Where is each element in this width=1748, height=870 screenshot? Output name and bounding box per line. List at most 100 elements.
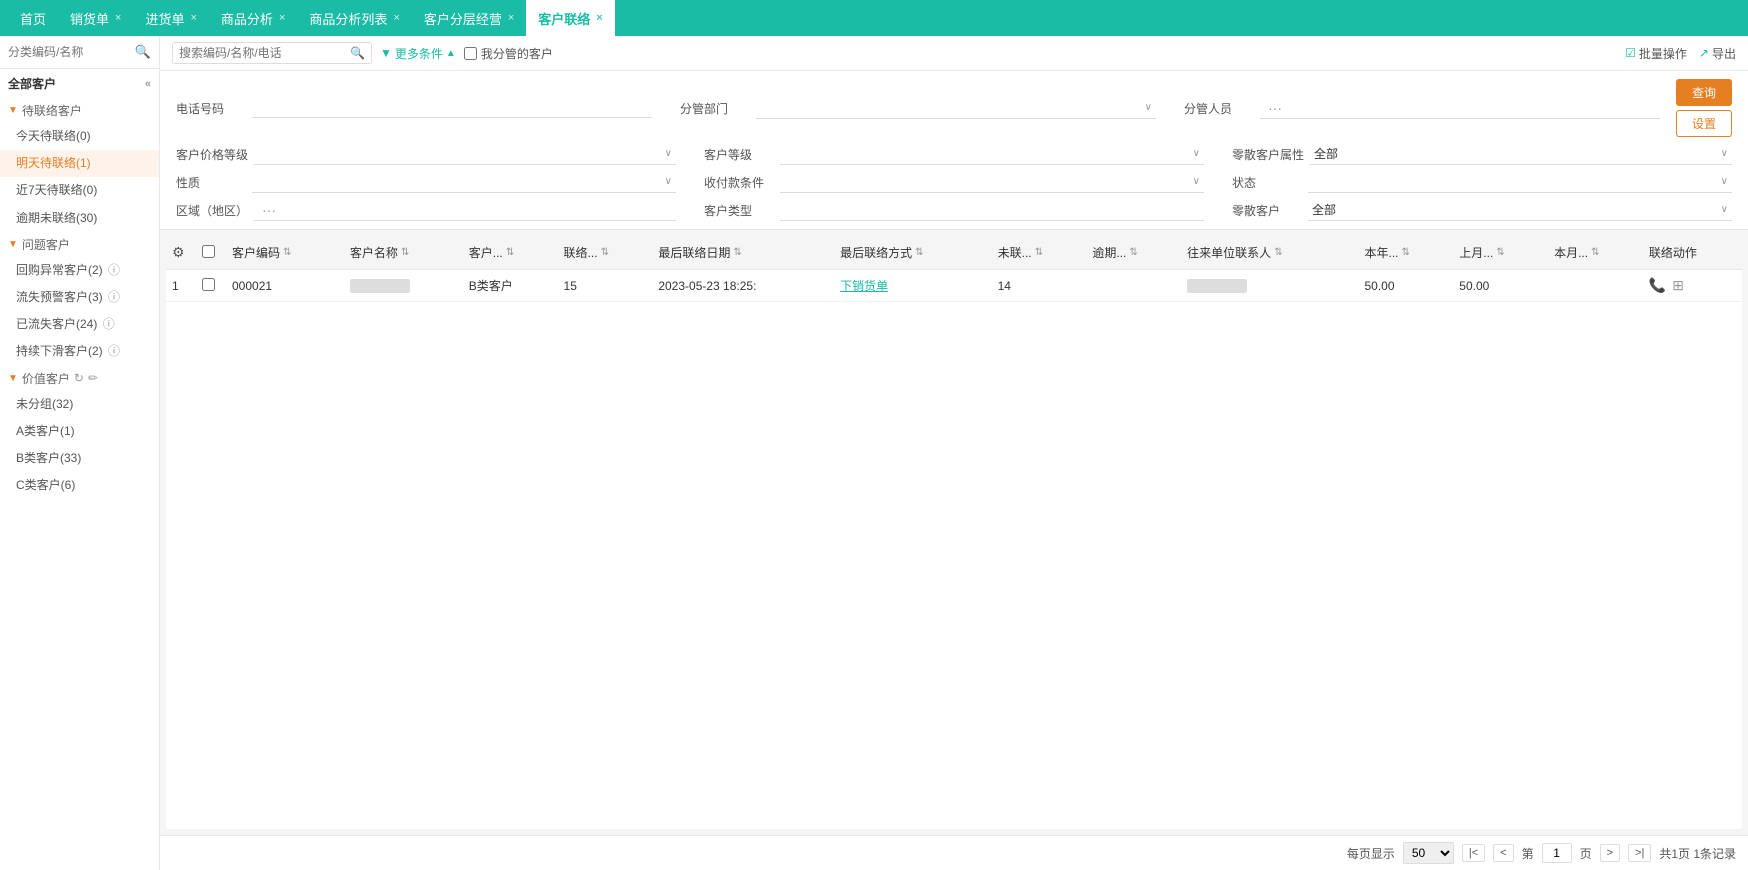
filter-retail-customer-select[interactable]: 全部 ∨ — [1308, 199, 1732, 221]
chevron-down-icon: ∨ — [1721, 176, 1728, 187]
export-button[interactable]: ↗ 导出 — [1699, 45, 1736, 62]
th-last-month[interactable]: 上月...⇅ — [1453, 236, 1548, 270]
sidebar-item-ungroup[interactable]: 未分组(32) — [0, 391, 159, 418]
th-this-month[interactable]: 本月...⇅ — [1548, 236, 1643, 270]
nav-sales-order[interactable]: 销货单 × — [58, 0, 133, 36]
grid-action-icon[interactable]: ⊞ — [1672, 277, 1684, 294]
page-size-select[interactable]: 50 100 200 — [1403, 842, 1454, 864]
nav-product-analysis-list[interactable]: 商品分析列表 × — [297, 0, 411, 36]
filter-status: 状态 ∨ — [1232, 171, 1732, 193]
close-icon[interactable]: × — [279, 12, 285, 24]
sidebar-item-repurchase-abnormal[interactable]: 回购异常客户(2) ⓘ — [0, 257, 159, 284]
nav-customer-contact[interactable]: 客户联络 × — [526, 0, 614, 36]
filter-status-select[interactable]: ∨ — [1308, 171, 1732, 193]
filter-customer-grade-select[interactable]: ∨ — [780, 143, 1204, 165]
last-page-button[interactable]: >| — [1628, 844, 1651, 862]
gear-icon[interactable]: ⚙ — [172, 244, 185, 260]
more-filter-button[interactable]: ▼ 更多条件 ▲ — [380, 45, 456, 62]
sidebar-item-overdue-contact[interactable]: 逾期未联络(30) — [0, 205, 159, 232]
next-page-button[interactable]: > — [1600, 844, 1620, 862]
nav-home[interactable]: 首页 — [8, 0, 58, 36]
nav-customer-segment[interactable]: 客户分层经营 × — [412, 0, 526, 36]
th-customer-code[interactable]: 客户编码⇅ — [226, 236, 344, 270]
filter-region-select[interactable]: ··· — [254, 199, 676, 221]
table-row: 1 000021 B类客户 — [166, 270, 1742, 302]
th-unit-contact[interactable]: 往来单位联系人⇅ — [1181, 236, 1358, 270]
th-last-contact-date[interactable]: 最后联络日期⇅ — [652, 236, 834, 270]
filter-customer-type-select[interactable] — [780, 199, 1204, 221]
td-type: B类客户 — [463, 270, 558, 302]
th-last-contact-method[interactable]: 最后联络方式⇅ — [834, 236, 992, 270]
sidebar-search-icon[interactable]: 🔍 — [135, 44, 151, 60]
top-nav: 首页 销货单 × 进货单 × 商品分析 × 商品分析列表 × 客户分层经营 × … — [0, 0, 1748, 36]
first-page-button[interactable]: |< — [1462, 844, 1485, 862]
td-no: 1 — [166, 270, 196, 302]
filter-customer-value-select[interactable]: ∨ — [254, 143, 676, 165]
th-overdue[interactable]: 逾期...⇅ — [1086, 236, 1181, 270]
filter-payment-select[interactable]: ∨ — [780, 171, 1204, 193]
batch-op-button[interactable]: ☑ 批量操作 — [1625, 45, 1687, 62]
sidebar-all-customers[interactable]: 全部客户 « — [0, 69, 159, 98]
sidebar-item-class-b[interactable]: B类客户(33) — [0, 445, 159, 472]
close-icon[interactable]: × — [596, 12, 602, 24]
row-checkbox[interactable] — [202, 278, 215, 291]
sort-icon: ⇅ — [1035, 247, 1043, 258]
settings-button[interactable]: 设置 — [1676, 110, 1732, 137]
sidebar-item-churned[interactable]: 已流失客户(24) ⓘ — [0, 311, 159, 338]
close-icon[interactable]: × — [190, 12, 196, 24]
th-no-contact[interactable]: 未联...⇅ — [992, 236, 1087, 270]
phone-action-icon[interactable]: 📞 — [1649, 277, 1666, 294]
sidebar-item-class-c[interactable]: C类客户(6) — [0, 472, 159, 499]
th-this-year[interactable]: 本年...⇅ — [1359, 236, 1454, 270]
filter-person-select[interactable]: ··· — [1260, 97, 1660, 119]
td-this-year: 50.00 — [1359, 270, 1454, 302]
sidebar-item-declining[interactable]: 持续下滑客户(2) ⓘ — [0, 338, 159, 365]
prev-page-button[interactable]: < — [1493, 844, 1513, 862]
my-customer-checkbox[interactable] — [464, 47, 477, 60]
sort-icon: ⇅ — [915, 247, 923, 258]
sort-icon: ⇅ — [1129, 247, 1137, 258]
main-layout: 🔍 全部客户 « ▼ 待联络客户 今天待联络(0) 明天待联络(1) 近7天待联… — [0, 36, 1748, 870]
search-icon[interactable]: 🔍 — [350, 46, 365, 60]
nav-purchase-order[interactable]: 进货单 × — [133, 0, 208, 36]
sidebar-item-class-a[interactable]: A类客户(1) — [0, 418, 159, 445]
td-last-month: 50.00 — [1453, 270, 1548, 302]
filter-retail-attr-select[interactable]: 全部 ∨ — [1310, 143, 1732, 165]
close-icon[interactable]: × — [115, 12, 121, 24]
filter-phone-input[interactable] — [252, 99, 652, 118]
page-input[interactable] — [1542, 843, 1572, 863]
customer-table: ⚙ 客户编码⇅ 客户名称⇅ 客户...⇅ — [166, 236, 1742, 302]
right-actions: ☑ 批量操作 ↗ 导出 — [1625, 45, 1736, 62]
close-icon[interactable]: × — [508, 12, 514, 24]
last-contact-method-link[interactable]: 下销货单 — [840, 279, 888, 293]
more-icon[interactable]: ··· — [1268, 100, 1282, 116]
chevron-down-icon: ∨ — [665, 176, 672, 187]
sidebar-item-today-contact[interactable]: 今天待联络(0) — [0, 123, 159, 150]
filter-dept-select[interactable]: ∨ — [756, 97, 1156, 119]
refresh-icon[interactable]: ↻ — [74, 371, 84, 385]
th-customer-type[interactable]: 客户...⇅ — [463, 236, 558, 270]
sidebar-item-7days-contact[interactable]: 近7天待联络(0) — [0, 177, 159, 204]
sidebar: 🔍 全部客户 « ▼ 待联络客户 今天待联络(0) 明天待联络(1) 近7天待联… — [0, 36, 160, 870]
nav-product-analysis[interactable]: 商品分析 × — [209, 0, 297, 36]
sidebar-item-churn-warning[interactable]: 流失预警客户(3) ⓘ — [0, 284, 159, 311]
customer-table-wrap: ⚙ 客户编码⇅ 客户名称⇅ 客户...⇅ — [166, 236, 1742, 829]
more-icon[interactable]: ··· — [262, 202, 276, 218]
sidebar-item-tomorrow-contact[interactable]: 明天待联络(1) — [0, 150, 159, 177]
select-all-checkbox[interactable] — [202, 245, 215, 258]
th-contact-count[interactable]: 联络...⇅ — [558, 236, 653, 270]
search-input[interactable] — [179, 46, 350, 60]
sidebar-search-input[interactable] — [8, 45, 135, 59]
my-customer-checkbox-wrap[interactable]: 我分管的客户 — [464, 45, 553, 62]
sort-icon: ⇅ — [1496, 247, 1504, 258]
query-button[interactable]: 查询 — [1676, 79, 1732, 106]
edit-icon[interactable]: ✏ — [88, 371, 98, 385]
th-customer-name[interactable]: 客户名称⇅ — [344, 236, 463, 270]
triangle-icon: ▼ — [8, 105, 18, 116]
chevron-down-icon: ∨ — [1193, 148, 1200, 159]
filter-customer-type: 客户类型 — [704, 199, 1204, 221]
content-area: 🔍 ▼ 更多条件 ▲ 我分管的客户 ☑ 批量操作 ↗ 导出 — [160, 36, 1748, 870]
filter-gender-select[interactable]: ∨ — [252, 171, 676, 193]
close-icon[interactable]: × — [393, 12, 399, 24]
td-this-month — [1548, 270, 1643, 302]
